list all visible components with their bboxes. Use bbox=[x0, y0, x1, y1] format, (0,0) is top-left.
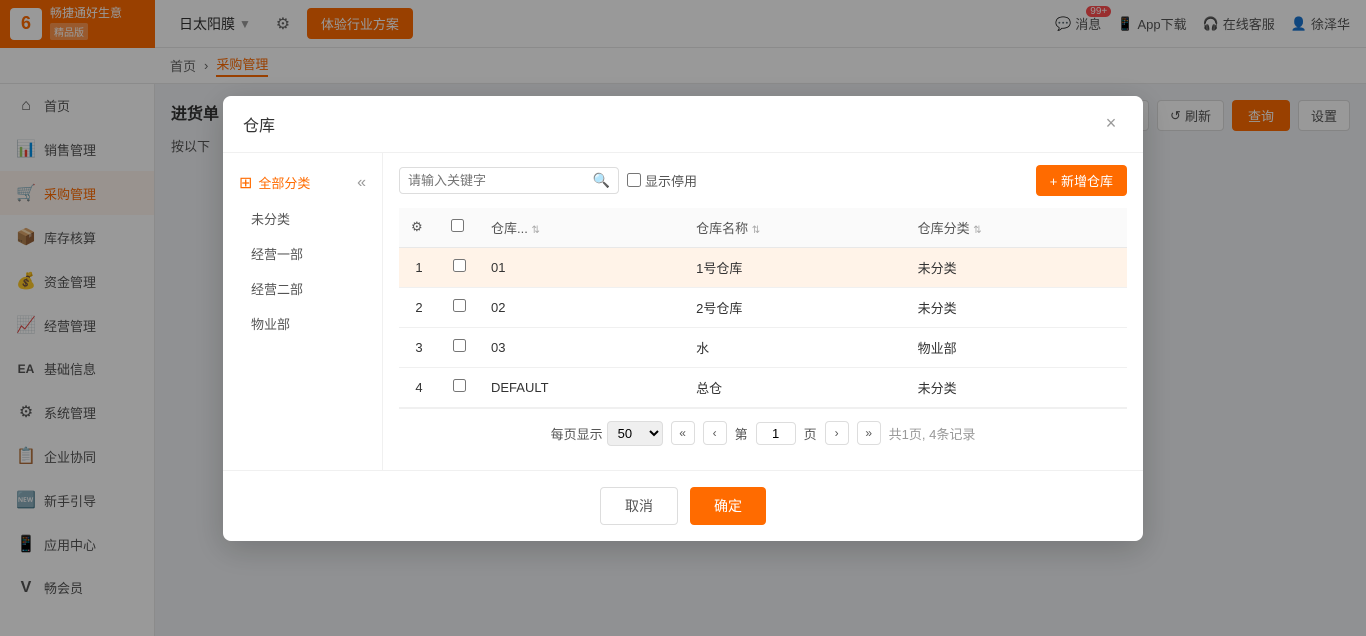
row-code-3: DEFAULT bbox=[479, 367, 684, 407]
row-select-0[interactable] bbox=[453, 259, 466, 272]
table-panel: 🔍 显示停用 + 新增仓库 ⚙ bbox=[383, 153, 1143, 470]
row-category-0: 未分类 bbox=[906, 247, 1127, 287]
row-num-1: 2 bbox=[399, 287, 439, 327]
row-num-0: 1 bbox=[399, 247, 439, 287]
show-disabled-toggle: 显示停用 bbox=[627, 171, 697, 190]
cat-item-dept2[interactable]: 经营二部 bbox=[223, 271, 382, 306]
modal-header: 仓库 × bbox=[223, 96, 1143, 153]
cat-item-dept1[interactable]: 经营一部 bbox=[223, 236, 382, 271]
last-page-button[interactable]: » bbox=[857, 421, 881, 445]
row-checkbox-2 bbox=[439, 327, 479, 367]
all-categories-header[interactable]: ⊞ 全部分类 « bbox=[223, 165, 382, 201]
search-icon[interactable]: 🔍 bbox=[593, 172, 610, 189]
row-checkbox-3 bbox=[439, 367, 479, 407]
cat-item-unclassified[interactable]: 未分类 bbox=[223, 201, 382, 236]
row-checkbox-1 bbox=[439, 287, 479, 327]
first-page-button[interactable]: « bbox=[671, 421, 695, 445]
row-name-0: 1号仓库 bbox=[684, 247, 905, 287]
modal-footer: 取消 确定 bbox=[223, 470, 1143, 541]
th-code: 仓库... ⇅ bbox=[479, 208, 684, 248]
th-name: 仓库名称 ⇅ bbox=[684, 208, 905, 248]
row-name-3: 总仓 bbox=[684, 367, 905, 407]
row-name-2: 水 bbox=[684, 327, 905, 367]
row-category-2: 物业部 bbox=[906, 327, 1127, 367]
row-num-3: 4 bbox=[399, 367, 439, 407]
table-row[interactable]: 4 DEFAULT 总仓 未分类 bbox=[399, 367, 1127, 407]
table-header-row: ⚙ 仓库... ⇅ 仓库名称 ⇅ bbox=[399, 208, 1127, 248]
sort-code-icon[interactable]: ⇅ bbox=[531, 225, 539, 236]
prev-page-button[interactable]: ‹ bbox=[703, 421, 727, 445]
page-label: 第 bbox=[735, 424, 748, 443]
modal-overlay: 仓库 × ⊞ 全部分类 « 未分类 经营一部 经营二部 bbox=[0, 0, 1366, 636]
row-select-3[interactable] bbox=[453, 379, 466, 392]
row-code-2: 03 bbox=[479, 327, 684, 367]
table-row[interactable]: 1 01 1号仓库 未分类 bbox=[399, 247, 1127, 287]
search-input[interactable] bbox=[408, 173, 589, 188]
modal-title: 仓库 bbox=[243, 112, 275, 136]
show-disabled-label: 显示停用 bbox=[645, 171, 697, 190]
per-page-label: 每页显示 bbox=[551, 424, 603, 443]
grid-icon: ⊞ bbox=[239, 173, 252, 193]
cancel-button[interactable]: 取消 bbox=[600, 487, 678, 525]
category-panel: ⊞ 全部分类 « 未分类 经营一部 经营二部 物业部 bbox=[223, 153, 383, 470]
total-info: 共1页, 4条记录 bbox=[889, 424, 976, 443]
page-input[interactable] bbox=[756, 422, 796, 445]
next-page-button[interactable]: › bbox=[825, 421, 849, 445]
row-select-2[interactable] bbox=[453, 339, 466, 352]
row-category-3: 未分类 bbox=[906, 367, 1127, 407]
per-page-select[interactable]: 50 100 bbox=[607, 421, 663, 446]
row-code-0: 01 bbox=[479, 247, 684, 287]
warehouse-modal: 仓库 × ⊞ 全部分类 « 未分类 经营一部 经营二部 bbox=[223, 96, 1143, 541]
th-category: 仓库分类 ⇅ bbox=[906, 208, 1127, 248]
collapse-button[interactable]: « bbox=[357, 174, 366, 192]
th-settings: ⚙ bbox=[399, 208, 439, 248]
row-num-2: 3 bbox=[399, 327, 439, 367]
modal-body: ⊞ 全部分类 « 未分类 经营一部 经营二部 物业部 bbox=[223, 153, 1143, 470]
per-page-selector: 每页显示 50 100 bbox=[551, 421, 663, 446]
row-checkbox-0 bbox=[439, 247, 479, 287]
search-box[interactable]: 🔍 bbox=[399, 167, 619, 194]
row-name-1: 2号仓库 bbox=[684, 287, 905, 327]
table-toolbar: 🔍 显示停用 + 新增仓库 bbox=[399, 165, 1127, 196]
table-row[interactable]: 3 03 水 物业部 bbox=[399, 327, 1127, 367]
warehouse-table: ⚙ 仓库... ⇅ 仓库名称 ⇅ bbox=[399, 208, 1127, 408]
cat-item-property[interactable]: 物业部 bbox=[223, 306, 382, 341]
confirm-button[interactable]: 确定 bbox=[690, 487, 766, 525]
page-suffix: 页 bbox=[804, 424, 817, 443]
row-code-1: 02 bbox=[479, 287, 684, 327]
add-warehouse-button[interactable]: + 新增仓库 bbox=[1036, 165, 1127, 196]
all-categories-label: 全部分类 bbox=[258, 173, 310, 192]
settings-col-icon: ⚙ bbox=[411, 219, 423, 234]
show-disabled-checkbox[interactable] bbox=[627, 173, 641, 187]
pagination-bar: 每页显示 50 100 « ‹ 第 页 › » 共1页, 4条记录 bbox=[399, 408, 1127, 458]
th-checkbox bbox=[439, 208, 479, 248]
sort-category-icon[interactable]: ⇅ bbox=[973, 225, 981, 236]
row-select-1[interactable] bbox=[453, 299, 466, 312]
select-all-checkbox[interactable] bbox=[451, 219, 464, 232]
table-row[interactable]: 2 02 2号仓库 未分类 bbox=[399, 287, 1127, 327]
modal-close-button[interactable]: × bbox=[1099, 112, 1123, 136]
sort-name-icon[interactable]: ⇅ bbox=[752, 225, 760, 236]
row-category-1: 未分类 bbox=[906, 287, 1127, 327]
